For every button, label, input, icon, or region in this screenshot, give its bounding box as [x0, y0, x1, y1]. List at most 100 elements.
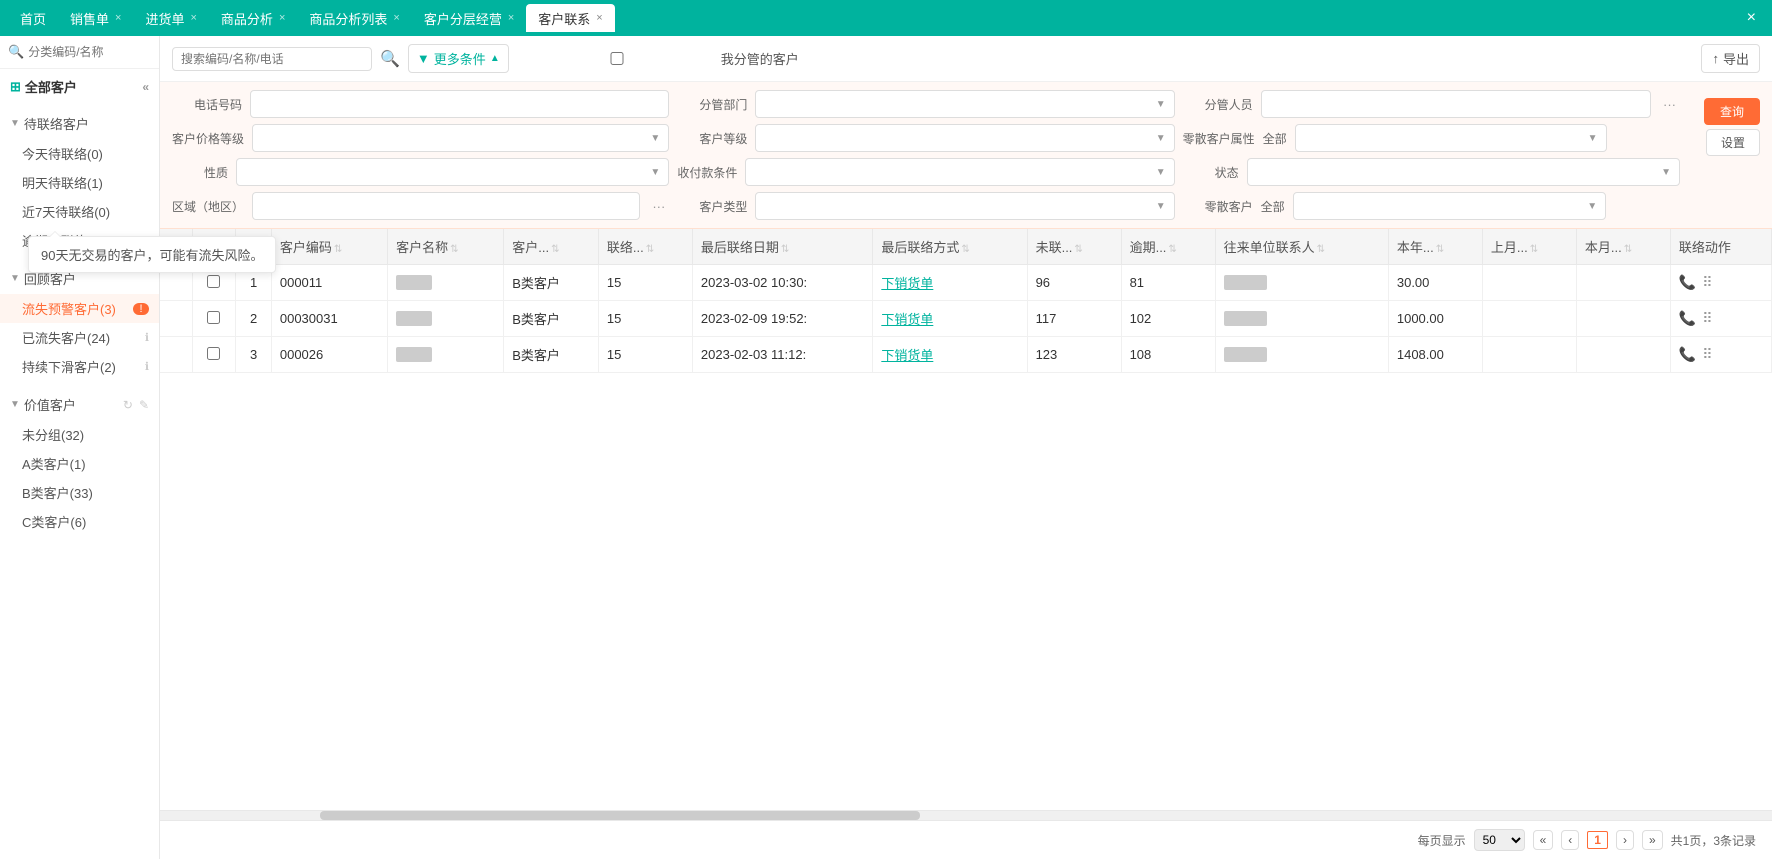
tab-purchase-close[interactable]: × — [190, 12, 196, 24]
row-level-0: B类客户 — [504, 265, 599, 301]
sidebar-item-ungroup[interactable]: 未分组(32) — [0, 420, 159, 449]
sort-overdue-icon[interactable]: ⇅ — [1168, 244, 1176, 255]
export-button[interactable]: ↑ 导出 — [1701, 44, 1760, 73]
chevron-down-icon-type: ▼ — [1156, 201, 1166, 212]
sort-this-month-icon[interactable]: ⇅ — [1624, 244, 1632, 255]
search-button[interactable]: 🔍 — [380, 49, 400, 69]
row-phone-icon-1[interactable]: 📞 — [1679, 310, 1696, 327]
row-method-link-0[interactable]: 下销货单 — [881, 276, 933, 291]
sidebar-item-b-class[interactable]: B类客户(33) — [0, 478, 159, 507]
filter-settings-button[interactable]: 设置 — [1706, 129, 1760, 156]
tab-product-analysis-close[interactable]: × — [279, 12, 285, 24]
more-conditions-button[interactable]: ▼ 更多条件 ▲ — [408, 44, 509, 73]
filter-status-select[interactable]: ▼ — [1247, 158, 1680, 186]
window-close-button[interactable]: × — [1739, 5, 1764, 31]
tab-sales-close[interactable]: × — [115, 12, 121, 24]
sidebar-item-churned[interactable]: 已流失客户(24) ℹ — [0, 323, 159, 352]
filter-scatter-customer-value: 全部 — [1261, 194, 1285, 219]
sort-last-month-icon[interactable]: ⇅ — [1530, 244, 1538, 255]
grid-icon: ⊞ — [10, 79, 21, 95]
tab-sales[interactable]: 销售单 × — [58, 4, 133, 32]
tab-customer-contact-label: 客户联系 — [538, 9, 590, 28]
first-page-btn[interactable]: « — [1533, 830, 1554, 850]
filter-customer-type-select[interactable]: ▼ — [755, 192, 1174, 220]
tooltip-text: 90天无交易的客户，可能有流失风险。 — [41, 248, 160, 263]
next-page-btn[interactable]: › — [1616, 830, 1634, 850]
tab-customer-contact[interactable]: 客户联系 × — [526, 4, 614, 32]
tab-customer-segment-close[interactable]: × — [508, 12, 514, 24]
col-last-date-header: 最后联络日期⇅ — [692, 229, 872, 265]
my-customers-checkbox[interactable] — [517, 52, 717, 65]
sort-name-icon[interactable]: ⇅ — [450, 244, 458, 255]
filter-payment-select[interactable]: ▼ — [745, 158, 1174, 186]
tab-purchase[interactable]: 进货单 × — [133, 4, 208, 32]
last-page-btn[interactable]: » — [1642, 830, 1663, 850]
tab-home[interactable]: 首页 — [8, 4, 58, 32]
tab-product-analysis-list[interactable]: 商品分析列表 × — [297, 4, 411, 32]
row-this-month-1 — [1576, 301, 1670, 337]
row-phone-icon-2[interactable]: 📞 — [1679, 346, 1696, 363]
row-method-link-1[interactable]: 下销货单 — [881, 312, 933, 327]
sort-uncontacted-icon[interactable]: ⇅ — [1074, 244, 1082, 255]
sidebar-search-input[interactable] — [28, 45, 160, 59]
sort-level-icon[interactable]: ⇅ — [551, 244, 559, 255]
filter-person-input[interactable] — [1261, 90, 1651, 118]
row-phone-icon-0[interactable]: 📞 — [1679, 274, 1696, 291]
sidebar-collapse-icon[interactable]: « — [142, 80, 149, 94]
sort-unit-icon[interactable]: ⇅ — [1317, 244, 1325, 255]
search-input[interactable] — [172, 47, 372, 71]
row-method-link-2[interactable]: 下销货单 — [881, 348, 933, 363]
query-button[interactable]: 查询 — [1704, 98, 1760, 125]
sidebar-item-declining[interactable]: 持续下滑客户(2) ℹ — [0, 352, 159, 381]
sort-date-icon[interactable]: ⇅ — [781, 244, 789, 255]
filter-phone-input[interactable] — [250, 90, 669, 118]
row-grid-icon-2[interactable]: ⠿ — [1702, 346, 1712, 363]
horizontal-scrollbar[interactable] — [160, 810, 1772, 820]
edit-icon[interactable]: ✎ — [139, 398, 149, 412]
scrollbar-thumb[interactable] — [320, 811, 920, 820]
filter-person-dots[interactable]: ··· — [1659, 97, 1680, 112]
tab-product-analysis[interactable]: 商品分析 × — [209, 4, 297, 32]
filter-region-input[interactable] — [252, 192, 640, 220]
row-checkbox-input-1[interactable] — [207, 311, 220, 324]
filter-price-grade-select[interactable]: ▼ — [252, 124, 669, 152]
filter-phone-label: 电话号码 — [172, 96, 242, 113]
filter-customer-grade-select[interactable]: ▼ — [755, 124, 1174, 152]
filter-scatter-attr-value: 全部 — [1263, 126, 1287, 151]
sort-year-icon[interactable]: ⇅ — [1436, 244, 1444, 255]
row-date-2: 2023-02-03 11:12: — [692, 337, 872, 373]
sort-method-icon[interactable]: ⇅ — [961, 244, 969, 255]
sidebar-item-today[interactable]: 今天待联络(0) — [0, 139, 159, 168]
sidebar-item-7days[interactable]: 近7天待联络(0) — [0, 197, 159, 226]
sort-code-icon[interactable]: ⇅ — [334, 244, 342, 255]
sort-contact-icon[interactable]: ⇅ — [646, 244, 654, 255]
sidebar-item-a-class[interactable]: A类客户(1) — [0, 449, 159, 478]
refresh-icon[interactable]: ↻ — [123, 398, 133, 412]
row-name-0 — [388, 265, 504, 301]
filter-scatter-customer-select[interactable]: ▼ — [1293, 192, 1606, 220]
sidebar-all-customers[interactable]: ⊞ 全部客户 « — [0, 69, 159, 104]
prev-page-btn[interactable]: ‹ — [1561, 830, 1579, 850]
row-checkbox-input-2[interactable] — [207, 347, 220, 360]
sidebar-group-value-title[interactable]: ▼ 价值客户 ↻ ✎ — [0, 389, 159, 420]
filter-region-dots[interactable]: ··· — [648, 199, 669, 214]
row-grid-icon-1[interactable]: ⠿ — [1702, 310, 1712, 327]
tab-customer-contact-close[interactable]: × — [596, 12, 602, 24]
sidebar-group-pending-title[interactable]: ▼ 待联络客户 — [0, 108, 159, 139]
tab-customer-segment[interactable]: 客户分层经营 × — [412, 4, 526, 32]
row-checkbox-input-0[interactable] — [207, 275, 220, 288]
filter-scatter-attr-select[interactable]: ▼ — [1295, 124, 1607, 152]
filter-scatter-attr-label: 零散客户属性 — [1183, 130, 1255, 147]
row-grid-icon-0[interactable]: ⠿ — [1702, 274, 1712, 291]
sidebar-item-churn-warning[interactable]: 流失预警客户(3) ! — [0, 294, 159, 323]
sidebar-item-tomorrow[interactable]: 明天待联络(1) — [0, 168, 159, 197]
row-action-1: 📞 ⠿ — [1670, 301, 1771, 337]
filter-nature-select[interactable]: ▼ — [236, 158, 669, 186]
sidebar-item-c-class[interactable]: C类客户(6) — [0, 507, 159, 536]
filter-row-1: 电话号码 分管部门 ▼ 分管人员 — [172, 90, 1680, 118]
chevron-down-icon-scatter2: ▼ — [1587, 201, 1597, 212]
sidebar-group-pending-label: 待联络客户 — [24, 114, 89, 133]
filter-dept-select[interactable]: ▼ — [755, 90, 1174, 118]
tab-product-analysis-list-close[interactable]: × — [393, 12, 399, 24]
per-page-select[interactable]: 50 100 — [1474, 829, 1525, 851]
